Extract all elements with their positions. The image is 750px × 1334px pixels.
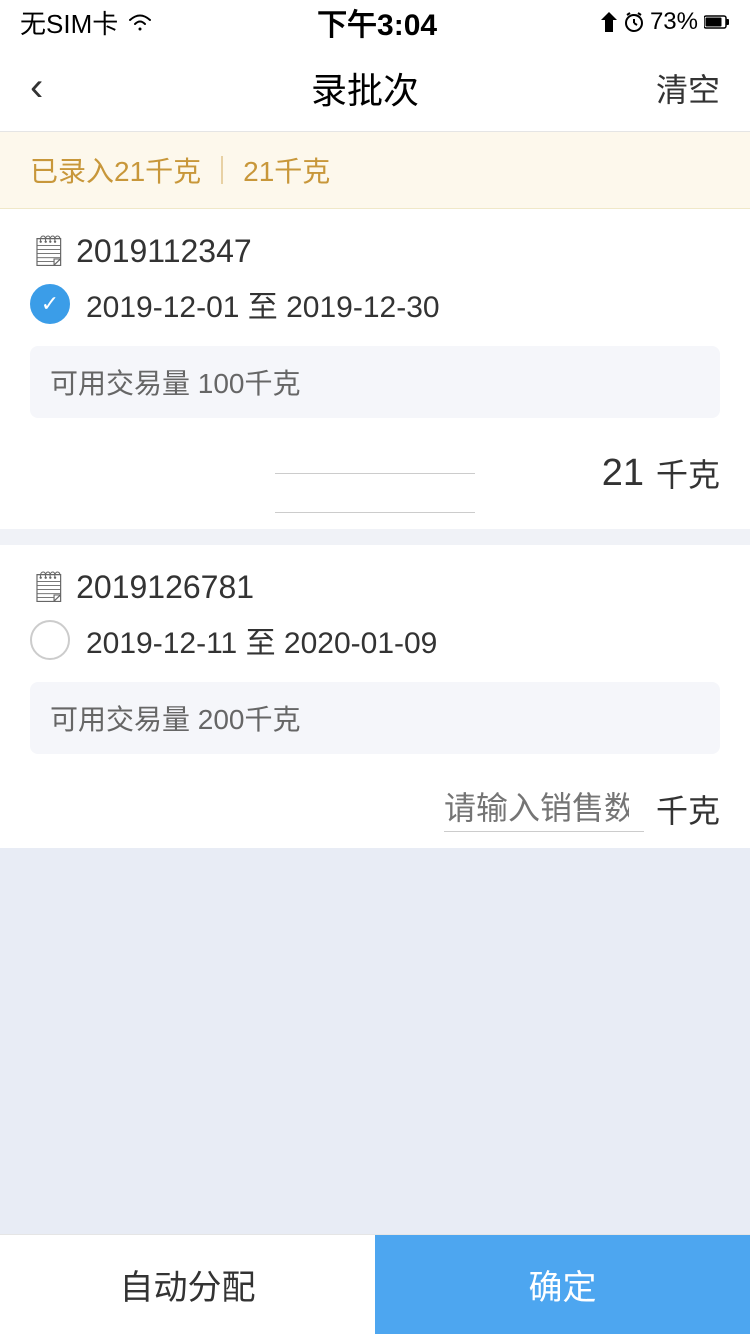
batch-available-1: 可用交易量 100千克 (30, 346, 720, 418)
status-right: 73% (600, 8, 730, 36)
battery-icon (704, 14, 730, 30)
nav-bar: ‹ 录批次 清空 (0, 44, 750, 132)
banner-divider (221, 156, 223, 184)
quantity-input-2[interactable] (444, 786, 644, 832)
radio-button-2[interactable] (30, 620, 70, 660)
amount-row-1: 21 千克 (0, 434, 750, 512)
batch-header-2: 🗒 2019126781 (0, 545, 750, 618)
batch-card-2: 🗒 2019126781 2019-12-11 至 2020-01-09 可用交… (0, 545, 750, 848)
recorded-amount-label: 已录入21千克 (30, 150, 201, 190)
batch-available-2: 可用交易量 200千克 (30, 682, 720, 754)
batch-id-2: 2019126781 (76, 569, 254, 606)
card-separator (0, 529, 750, 545)
recorded-count: 21千克 (243, 150, 330, 190)
status-time: 下午3:04 (317, 0, 437, 44)
empty-area (0, 848, 750, 1288)
input-row-2: 千克 (0, 770, 750, 848)
status-left: 无SIM卡 (20, 4, 154, 41)
confirm-button[interactable]: 确定 (375, 1235, 750, 1334)
no-sim-text: 无SIM卡 (20, 4, 118, 41)
clear-button[interactable]: 清空 (640, 65, 720, 111)
amount-underline-1 (275, 512, 475, 513)
bottom-bar: 自动分配 确定 (0, 1234, 750, 1334)
batch-date-1: 2019-12-01 至 2019-12-30 (86, 282, 440, 326)
radio-button-1[interactable]: ✓ (30, 284, 70, 324)
wifi-icon (126, 11, 154, 33)
battery-percent: 73% (650, 8, 698, 36)
page-title: 录批次 (311, 62, 419, 114)
batch-header-1: 🗒 2019112347 (0, 209, 750, 282)
input-unit-2: 千克 (656, 786, 720, 832)
check-icon-1: ✓ (41, 291, 59, 317)
status-bar: 无SIM卡 下午3:04 73% (0, 0, 750, 44)
batch-doc-icon-1: 🗒 (30, 234, 68, 269)
alarm-icon (624, 11, 644, 33)
batch-date-row-1[interactable]: ✓ 2019-12-01 至 2019-12-30 (0, 282, 750, 338)
batch-date-2: 2019-12-11 至 2020-01-09 (86, 618, 437, 662)
amount-unit-1: 千克 (656, 450, 720, 496)
back-button[interactable]: ‹ (30, 65, 90, 110)
amount-value-1: 21 (602, 452, 644, 495)
location-icon (600, 11, 618, 33)
batch-card-1: 🗒 2019112347 ✓ 2019-12-01 至 2019-12-30 可… (0, 209, 750, 529)
info-banner: 已录入21千克 21千克 (0, 132, 750, 209)
batch-date-row-2[interactable]: 2019-12-11 至 2020-01-09 (0, 618, 750, 674)
auto-distribute-button[interactable]: 自动分配 (0, 1235, 375, 1334)
batch-id-1: 2019112347 (76, 233, 252, 270)
batch-doc-icon-2: 🗒 (30, 570, 68, 605)
